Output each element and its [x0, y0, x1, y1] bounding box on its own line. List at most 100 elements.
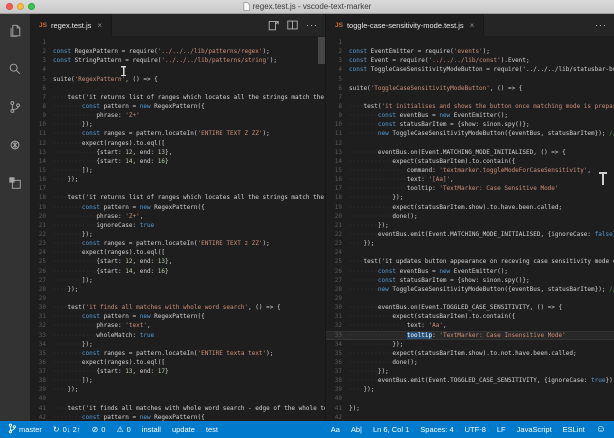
- status-item-0[interactable]: ⊘0: [92, 425, 106, 434]
- search-icon[interactable]: [8, 61, 23, 76]
- code-line[interactable]: 6: [30, 84, 325, 93]
- code-line[interactable]: 28········new ToggleCaseSensitivityModeB…: [326, 285, 614, 294]
- code-line[interactable]: 35············expect(statusBarItem.show)…: [326, 349, 614, 358]
- code-line[interactable]: 27········const statusBarItem = {show: s…: [326, 276, 614, 285]
- status-item-javascript[interactable]: JavaScript: [517, 425, 552, 434]
- code-line[interactable]: 37············{start: 13, end: 17}: [30, 367, 325, 376]
- tab-regex-test-js[interactable]: JS regex.test.js ×: [30, 14, 112, 36]
- code-line[interactable]: 16················text: '[Aa]',: [326, 175, 614, 184]
- code-line[interactable]: 31············expect(statusBarItem).to.c…: [326, 312, 614, 321]
- extensions-icon[interactable]: [8, 175, 23, 190]
- code-line[interactable]: 24········expect(ranges).to.eql([: [30, 248, 325, 257]
- code-line[interactable]: 22········});: [30, 230, 325, 239]
- code-line[interactable]: 12········expect(ranges).to.eql([: [30, 139, 325, 148]
- code-line[interactable]: 1: [30, 38, 325, 47]
- code-line[interactable]: 3const StringPattern = require('../../..…: [30, 56, 325, 65]
- code-editor-regex-test[interactable]: 12const RegexPattern = require('../../..…: [30, 36, 325, 421]
- close-tab-icon[interactable]: ×: [97, 21, 102, 30]
- code-line[interactable]: 34········});: [30, 340, 325, 349]
- status-item-smiley-icon[interactable]: ☺: [596, 425, 606, 434]
- code-line[interactable]: 30····test('it finds all matches with wh…: [30, 303, 325, 312]
- code-line[interactable]: 20············done();: [326, 212, 614, 221]
- code-line[interactable]: 39····});: [326, 385, 614, 394]
- code-line[interactable]: 19········const pattern = new RegexPatte…: [30, 203, 325, 212]
- zoom-window-button[interactable]: [28, 3, 35, 10]
- code-line[interactable]: 5: [326, 75, 614, 84]
- code-line[interactable]: 29: [326, 294, 614, 303]
- open-changes-icon[interactable]: [268, 20, 279, 31]
- status-item-ab[interactable]: Ab|: [351, 425, 362, 434]
- code-line[interactable]: 26········const eventBus = new EventEmit…: [326, 267, 614, 276]
- code-line[interactable]: 10········});: [30, 120, 325, 129]
- status-item-lf[interactable]: LF: [497, 425, 506, 434]
- code-line[interactable]: 17: [30, 184, 325, 193]
- status-item-spaces-4[interactable]: Spaces: 4: [420, 425, 453, 434]
- code-line[interactable]: 22········eventBus.emit(Event.MATCHING_M…: [326, 230, 614, 239]
- code-line[interactable]: 11········new ToggleCaseSensitivityModeB…: [326, 129, 614, 138]
- code-line[interactable]: 42········const pattern = new RegexPatte…: [30, 413, 325, 421]
- code-line[interactable]: 20············phrase: 'Z+',: [30, 212, 325, 221]
- code-line[interactable]: 13········eventBus.on(Event.MATCHING_MOD…: [326, 148, 614, 157]
- code-line[interactable]: 42: [326, 413, 614, 421]
- code-line[interactable]: 41});: [326, 404, 614, 413]
- code-line[interactable]: 4: [30, 65, 325, 74]
- code-line[interactable]: 32················text: 'Aa',: [326, 321, 614, 330]
- code-line[interactable]: 18············});: [326, 193, 614, 202]
- status-item-0[interactable]: ⚠0: [116, 425, 130, 434]
- status-item-0-2[interactable]: ↻0↓ 2↑: [53, 425, 81, 434]
- tab-toggle-case-sensitivity-mode-test-js[interactable]: JS toggle-case-sensitivity-mode.test.js …: [326, 14, 484, 36]
- more-actions-icon[interactable]: ···: [595, 23, 607, 27]
- code-line[interactable]: 36············done();: [326, 358, 614, 367]
- code-line[interactable]: 2const RegexPattern = require('../../../…: [30, 47, 325, 56]
- code-line[interactable]: 8····test('it initialises and shows the …: [326, 102, 614, 111]
- code-line[interactable]: 40: [30, 394, 325, 403]
- status-item-utf-8[interactable]: UTF-8: [465, 425, 486, 434]
- code-line[interactable]: 32············phrase: 'text',: [30, 321, 325, 330]
- code-line[interactable]: 16····});: [30, 175, 325, 184]
- code-line[interactable]: 39····});: [30, 385, 325, 394]
- code-line[interactable]: 15········]);: [30, 166, 325, 175]
- code-line[interactable]: 12: [326, 139, 614, 148]
- split-editor-icon[interactable]: [287, 20, 298, 30]
- close-tab-icon[interactable]: ×: [470, 21, 475, 30]
- code-line[interactable]: 40: [326, 394, 614, 403]
- code-line[interactable]: 28····});: [30, 285, 325, 294]
- code-line[interactable]: 35········const ranges = pattern.locateI…: [30, 349, 325, 358]
- code-line[interactable]: 24: [326, 248, 614, 257]
- code-line[interactable]: 29: [30, 294, 325, 303]
- status-item-update[interactable]: update: [172, 425, 195, 434]
- code-line[interactable]: 14············{start: 14, end: 16}: [30, 157, 325, 166]
- code-line[interactable]: 38········eventBus.emit(Event.TOGGLED_CA…: [326, 376, 614, 385]
- status-item-ln-6-col-1[interactable]: Ln 6, Col 1: [373, 425, 409, 434]
- code-line[interactable]: 31········const pattern = new RegexPatte…: [30, 312, 325, 321]
- code-editor-toggle-case[interactable]: 12const EventEmitter = require('events')…: [326, 36, 614, 421]
- code-line[interactable]: 11········const ranges = pattern.locateI…: [30, 129, 325, 138]
- code-line[interactable]: 13············{start: 12, end: 13},: [30, 148, 325, 157]
- more-actions-icon[interactable]: ···: [306, 23, 318, 27]
- code-line[interactable]: 14············expect(statusBarItem).to.c…: [326, 157, 614, 166]
- debug-icon[interactable]: [8, 137, 23, 152]
- code-line[interactable]: 1: [326, 38, 614, 47]
- code-line[interactable]: 21········});: [326, 221, 614, 230]
- status-item-aa[interactable]: Aa: [331, 425, 340, 434]
- code-line[interactable]: 26············{start: 14, end: 16}: [30, 267, 325, 276]
- code-line[interactable]: 5suite('RegexPattern', () => {: [30, 75, 325, 84]
- explorer-icon[interactable]: [8, 23, 23, 38]
- code-line[interactable]: 36········expect(ranges).to.eql([: [30, 358, 325, 367]
- code-line[interactable]: 23····});: [326, 239, 614, 248]
- source-control-icon[interactable]: [8, 99, 23, 114]
- code-line[interactable]: 34············});: [326, 340, 614, 349]
- code-line[interactable]: 17················tooltip: 'TextMarker: …: [326, 184, 614, 193]
- code-line[interactable]: 21············ignoreCase: true: [30, 221, 325, 230]
- code-line[interactable]: 23········const ranges = pattern.locateI…: [30, 239, 325, 248]
- code-line[interactable]: 25····test('it updates button appearance…: [326, 257, 614, 266]
- status-item-install[interactable]: install: [142, 425, 161, 434]
- code-line[interactable]: 6suite('ToggleCaseSensitivityModeButton'…: [326, 84, 614, 93]
- minimize-window-button[interactable]: [17, 3, 24, 10]
- code-line[interactable]: 15················command: 'textmarker.t…: [326, 166, 614, 175]
- status-item-test[interactable]: test: [206, 425, 218, 434]
- code-line[interactable]: 10········const statusBarItem = {show: s…: [326, 120, 614, 129]
- code-line[interactable]: 4const ToggleCaseSensitivityModeButton =…: [326, 65, 614, 74]
- code-line[interactable]: 38········]);: [30, 376, 325, 385]
- code-line[interactable]: 9········const eventBus = new EventEmitt…: [326, 111, 614, 120]
